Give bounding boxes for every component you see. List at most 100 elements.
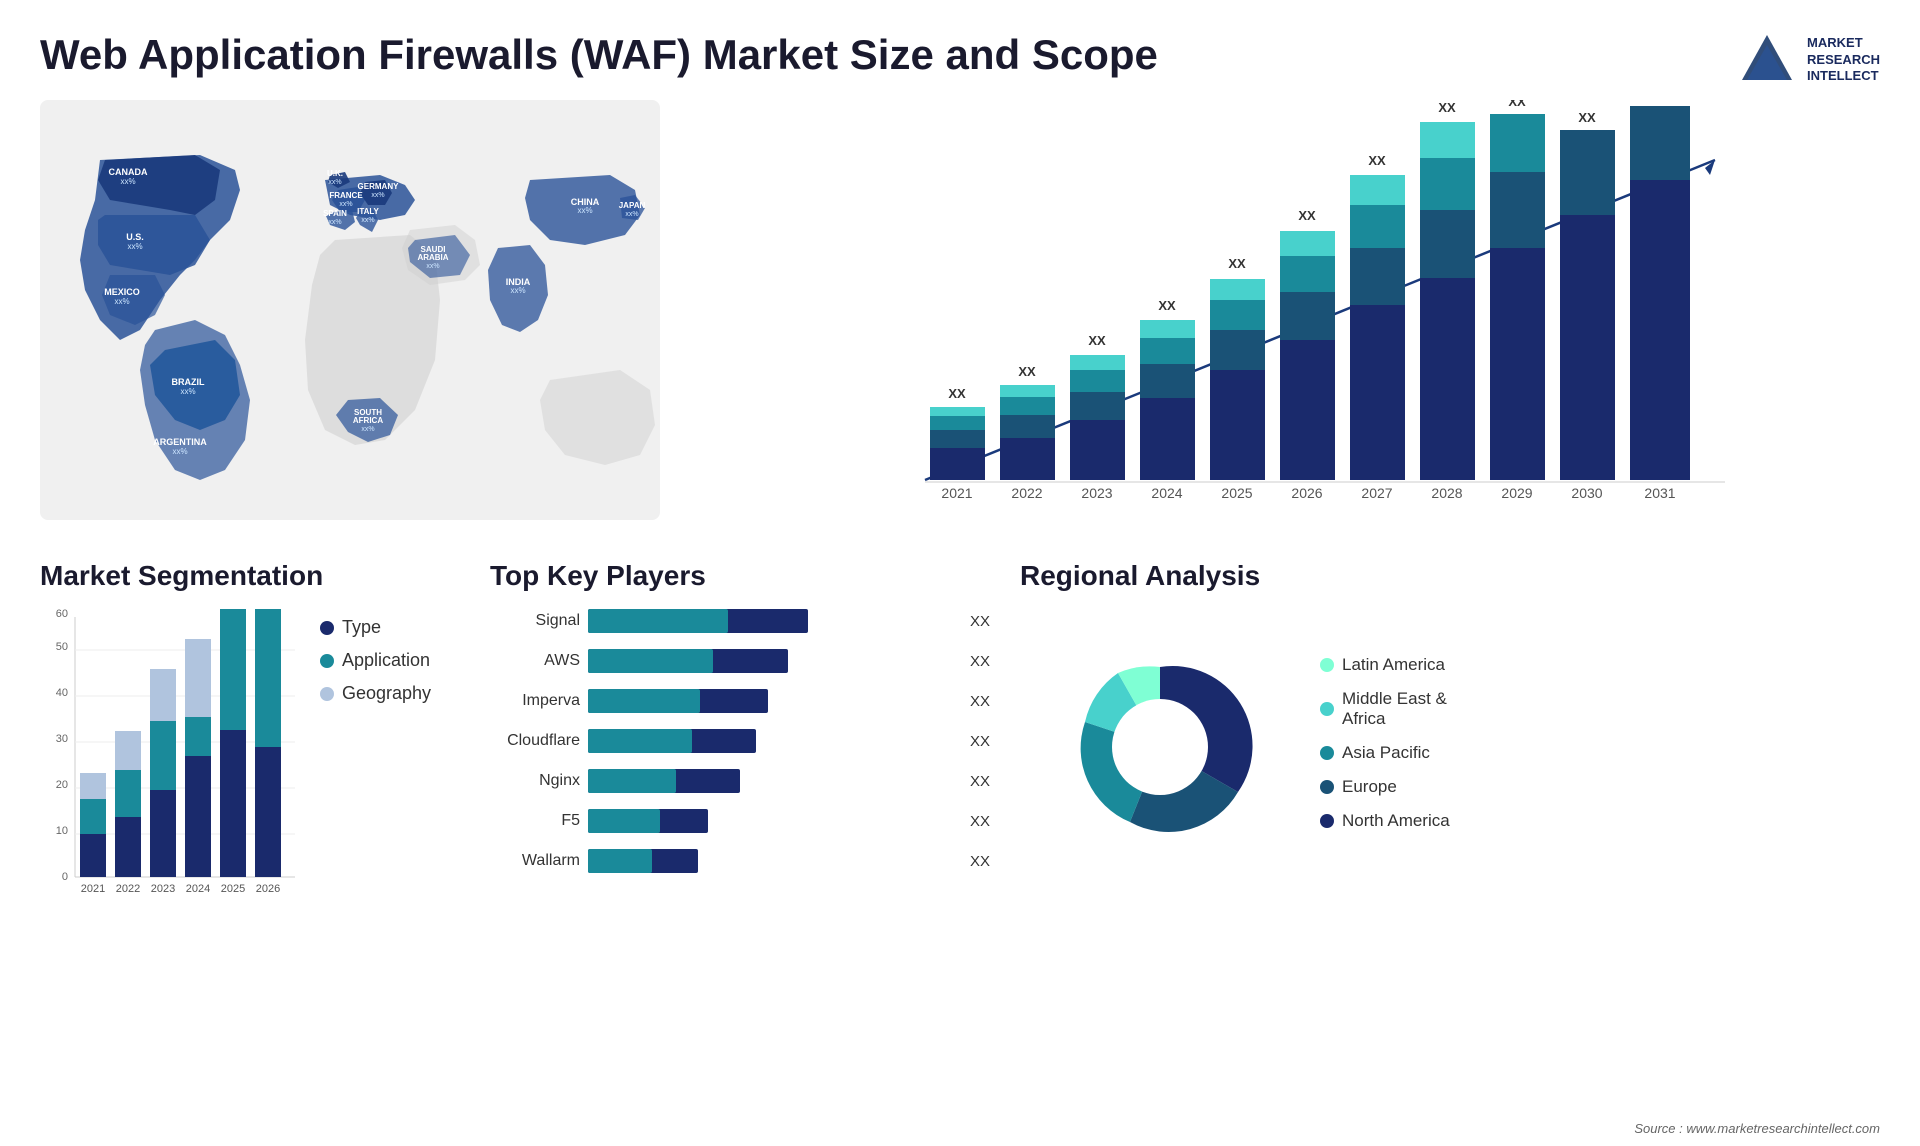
svg-text:2027: 2027 [1361, 485, 1392, 501]
svg-text:2026: 2026 [256, 883, 280, 895]
player-name-nginx: Nginx [490, 772, 580, 790]
player-name-cloudflare: Cloudflare [490, 732, 580, 750]
player-row-aws: AWS XX [490, 647, 990, 675]
reg-legend-mea: Middle East &Africa [1320, 689, 1880, 729]
svg-text:2025: 2025 [221, 883, 245, 895]
regional-content: Latin America Middle East &Africa Asia P… [1020, 607, 1880, 892]
svg-text:2021: 2021 [81, 883, 105, 895]
svg-text:xx%: xx% [328, 179, 341, 186]
svg-text:2024: 2024 [1151, 485, 1182, 501]
svg-text:2025: 2025 [1221, 485, 1252, 501]
svg-text:30: 30 [56, 733, 68, 745]
svg-text:XX: XX [1298, 208, 1316, 223]
world-map-svg: CANADA xx% U.S. xx% MEXICO xx% BRAZIL xx… [40, 100, 660, 520]
players-list: Signal XX AWS XX [490, 607, 990, 875]
svg-text:XX: XX [1578, 110, 1596, 125]
svg-text:XX: XX [1158, 298, 1176, 313]
svg-text:xx%: xx% [328, 219, 341, 226]
legend-geography: Geography [320, 683, 460, 704]
player-bar-nginx [588, 767, 957, 795]
type-dot [320, 621, 334, 635]
logo-text: MARKET RESEARCH INTELLECT [1807, 35, 1880, 86]
player-name-imperva: Imperva [490, 692, 580, 710]
svg-text:xx%: xx% [426, 263, 439, 270]
segmentation-title: Market Segmentation [40, 560, 460, 592]
svg-text:xx%: xx% [510, 286, 525, 295]
svg-text:XX: XX [1088, 333, 1106, 348]
source-text: Source : www.marketresearchintellect.com [1634, 1121, 1880, 1136]
svg-text:XX: XX [1651, 100, 1669, 103]
svg-text:xx%: xx% [339, 201, 352, 208]
svg-text:60: 60 [56, 608, 68, 620]
reg-legend-asiapac: Asia Pacific [1320, 743, 1880, 763]
svg-text:2028: 2028 [1431, 485, 1462, 501]
player-row-wallarm: Wallarm XX [490, 847, 990, 875]
regional-section: Regional Analysis [1020, 560, 1880, 970]
svg-text:2026: 2026 [1291, 485, 1322, 501]
svg-text:XX: XX [948, 386, 966, 401]
svg-text:XX: XX [1438, 100, 1456, 115]
latin-dot [1320, 658, 1334, 672]
northam-dot [1320, 814, 1334, 828]
svg-text:xx%: xx% [180, 387, 195, 396]
svg-text:0: 0 [62, 871, 68, 883]
svg-text:SPAIN: SPAIN [323, 209, 347, 218]
geography-dot [320, 687, 334, 701]
reg-legend-northam: North America [1320, 811, 1880, 831]
player-bar-aws [588, 647, 957, 675]
key-players-title: Top Key Players [490, 560, 990, 592]
svg-text:XX: XX [1018, 364, 1036, 379]
regional-legend: Latin America Middle East &Africa Asia P… [1320, 655, 1880, 845]
svg-text:U.K.: U.K. [327, 169, 343, 178]
svg-text:ARABIA: ARABIA [417, 253, 448, 262]
bottom-area: Market Segmentation 0 10 20 30 40 50 60 [0, 540, 1920, 970]
svg-text:xx%: xx% [120, 177, 135, 186]
player-row-imperva: Imperva XX [490, 687, 990, 715]
player-row-signal: Signal XX [490, 607, 990, 635]
player-row-nginx: Nginx XX [490, 767, 990, 795]
player-value-aws: XX [970, 653, 990, 670]
bar-chart-container: XX XX XX XX [710, 100, 1880, 520]
player-name-wallarm: Wallarm [490, 852, 580, 870]
svg-text:2023: 2023 [1081, 485, 1112, 501]
regional-title: Regional Analysis [1020, 560, 1880, 592]
svg-text:XX: XX [1508, 100, 1526, 109]
player-bar-signal [588, 607, 957, 635]
donut-svg [1020, 607, 1300, 887]
svg-text:JAPAN: JAPAN [619, 201, 646, 210]
legend-application: Application [320, 650, 460, 671]
svg-text:GERMANY: GERMANY [358, 182, 400, 191]
logo: MARKET RESEARCH INTELLECT [1737, 30, 1880, 90]
svg-text:2022: 2022 [1011, 485, 1042, 501]
legend-geography-label: Geography [342, 683, 431, 704]
svg-text:xx%: xx% [361, 426, 374, 433]
asiapac-dot [1320, 746, 1334, 760]
bar-chart-svg: XX XX XX XX [710, 100, 1880, 520]
player-value-wallarm: XX [970, 853, 990, 870]
svg-text:U.S.: U.S. [126, 232, 144, 242]
reg-legend-europe: Europe [1320, 777, 1880, 797]
latin-label: Latin America [1342, 655, 1445, 675]
svg-text:2024: 2024 [186, 883, 210, 895]
player-bar-f5 [588, 807, 957, 835]
seg-chart-svg: 0 10 20 30 40 50 60 [40, 607, 300, 927]
reg-legend-latin: Latin America [1320, 655, 1880, 675]
player-name-f5: F5 [490, 812, 580, 830]
map-section: CANADA xx% U.S. xx% MEXICO xx% BRAZIL xx… [40, 100, 660, 540]
legend-type-label: Type [342, 617, 381, 638]
logo-icon [1737, 30, 1797, 90]
player-bar-wallarm [588, 847, 957, 875]
player-row-cloudflare: Cloudflare XX [490, 727, 990, 755]
application-dot [320, 654, 334, 668]
svg-text:2023: 2023 [151, 883, 175, 895]
header: Web Application Firewalls (WAF) Market S… [0, 0, 1920, 100]
player-value-nginx: XX [970, 773, 990, 790]
seg-chart-container: 0 10 20 30 40 50 60 [40, 607, 460, 932]
svg-text:AFRICA: AFRICA [353, 416, 383, 425]
svg-text:xx%: xx% [127, 242, 142, 251]
svg-text:40: 40 [56, 687, 68, 699]
player-value-cloudflare: XX [970, 733, 990, 750]
svg-text:2031: 2031 [1644, 485, 1675, 501]
svg-text:xx%: xx% [361, 217, 374, 224]
svg-text:XX: XX [1228, 256, 1246, 271]
